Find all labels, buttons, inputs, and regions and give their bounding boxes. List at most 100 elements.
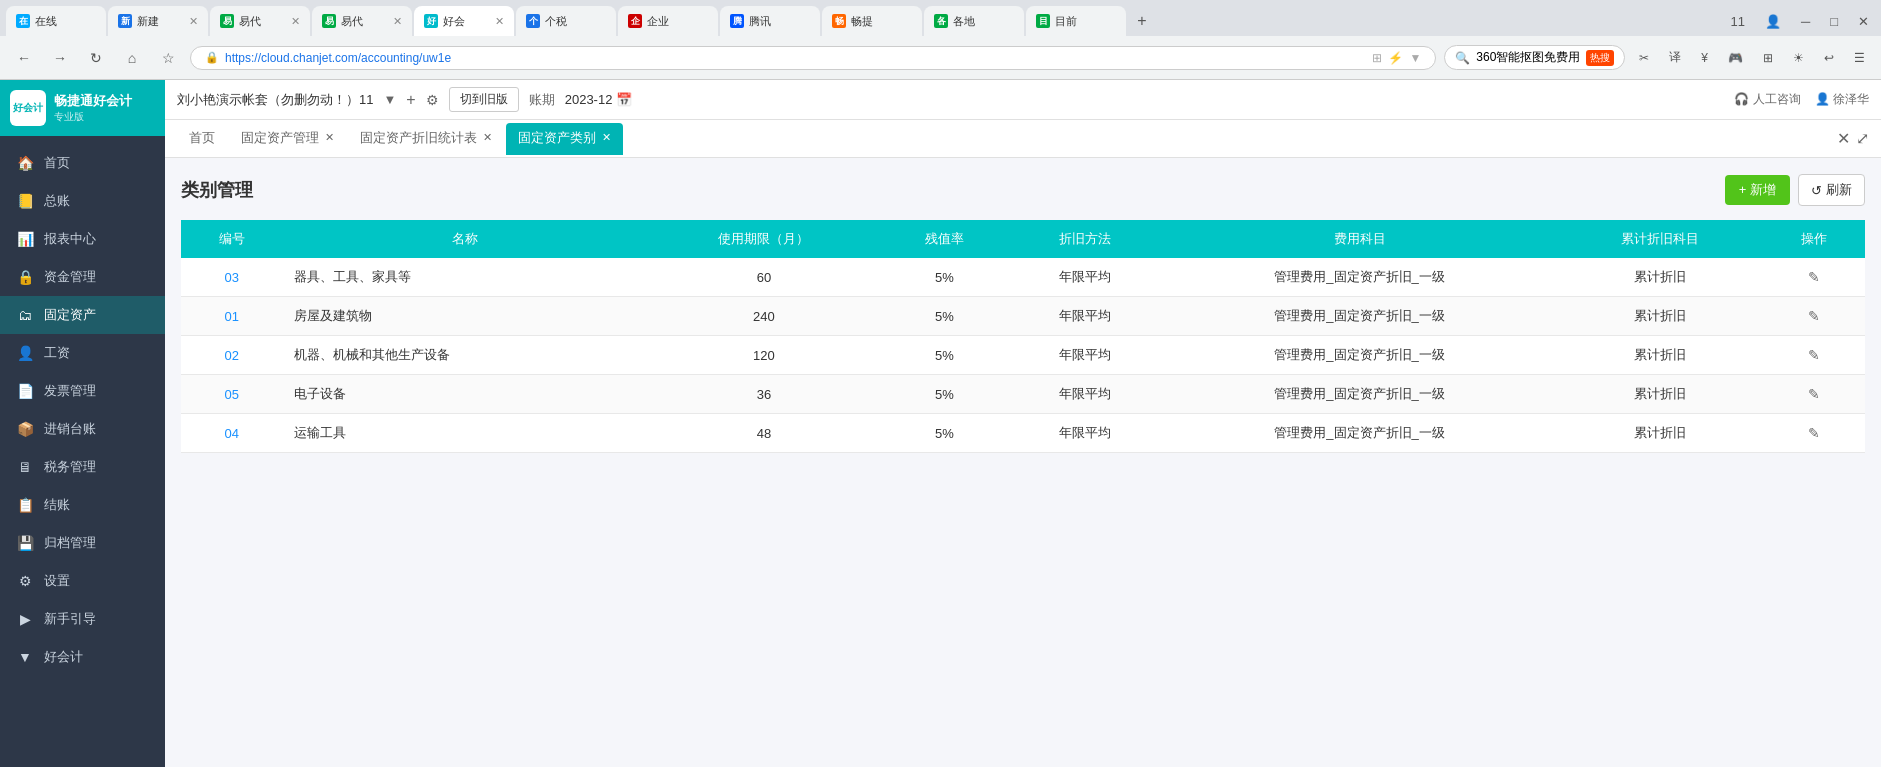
- sidebar-item-settings[interactable]: ⚙ 设置: [0, 562, 165, 600]
- nav-icon-reports: 📊: [16, 230, 34, 248]
- sidebar-logo: 好会计 畅捷通好会计 专业版: [0, 80, 165, 136]
- sidebar-item-more[interactable]: ▼ 好会计: [0, 638, 165, 676]
- dropdown-arrow[interactable]: ▼: [383, 92, 396, 107]
- edit-btn-0[interactable]: ✎: [1808, 269, 1820, 285]
- star-btn[interactable]: ☆: [154, 44, 182, 72]
- tab-title: 企业: [647, 14, 708, 29]
- nav-label-guide: 新手引导: [44, 610, 96, 628]
- nav-icon-fixed-assets: 🗂: [16, 306, 34, 324]
- cell-expense-2: 管理费用_固定资产折旧_一级: [1162, 336, 1556, 375]
- cell-edit-3[interactable]: ✎: [1764, 375, 1865, 414]
- browser-tab-tab7[interactable]: 企 企业: [618, 6, 718, 36]
- browser-tab-tab11[interactable]: 目 目前: [1026, 6, 1126, 36]
- edit-btn-4[interactable]: ✎: [1808, 425, 1820, 441]
- search-icon: 🔍: [1455, 51, 1470, 65]
- undo-tool[interactable]: ↩: [1818, 49, 1840, 67]
- sidebar-item-reports[interactable]: 📊 报表中心: [0, 220, 165, 258]
- page-tab-label-home: 首页: [189, 129, 215, 147]
- cell-edit-4[interactable]: ✎: [1764, 414, 1865, 453]
- cell-edit-0[interactable]: ✎: [1764, 258, 1865, 297]
- tab-close-icon[interactable]: ✕: [393, 15, 402, 28]
- user-avatar[interactable]: 👤 徐泽华: [1815, 91, 1869, 108]
- settings-gear-icon[interactable]: ⚙: [426, 92, 439, 108]
- menu-tool[interactable]: ☰: [1848, 49, 1871, 67]
- translate-tool[interactable]: 译: [1663, 47, 1687, 68]
- edit-btn-2[interactable]: ✎: [1808, 347, 1820, 363]
- cell-edit-1[interactable]: ✎: [1764, 297, 1865, 336]
- minimize-btn[interactable]: ─: [1795, 12, 1816, 31]
- tab-close-icon[interactable]: ✕: [189, 15, 198, 28]
- browser-tab-tab9[interactable]: 畅 畅提: [822, 6, 922, 36]
- cell-id-3[interactable]: 05: [181, 375, 282, 414]
- add-account-btn[interactable]: +: [406, 91, 415, 109]
- home-btn[interactable]: ⌂: [118, 44, 146, 72]
- cell-id-4[interactable]: 04: [181, 414, 282, 453]
- browser-tab-tab3[interactable]: 易 易代 ✕: [210, 6, 310, 36]
- add-button[interactable]: + 新增: [1725, 175, 1790, 205]
- table-row: 02 机器、机械和其他生产设备 120 5% 年限平均 管理费用_固定资产折旧_…: [181, 336, 1865, 375]
- grid-tool[interactable]: ⊞: [1757, 49, 1779, 67]
- sidebar-item-payroll[interactable]: 👤 工资: [0, 334, 165, 372]
- sidebar-item-guide[interactable]: ▶ 新手引导: [0, 600, 165, 638]
- page-tab-depreciation-table[interactable]: 固定资产折旧统计表 ✕: [348, 123, 504, 155]
- close-window-icon[interactable]: ✕: [1837, 129, 1850, 148]
- page-tab-fixed-asset-mgmt[interactable]: 固定资产管理 ✕: [229, 123, 346, 155]
- sidebar-item-inventory[interactable]: 📦 进销台账: [0, 410, 165, 448]
- page-tab-close-depreciation-table[interactable]: ✕: [483, 131, 492, 144]
- tab-close-icon[interactable]: ✕: [495, 15, 504, 28]
- browser-tab-tab2[interactable]: 新 新建 ✕: [108, 6, 208, 36]
- scissor-tool[interactable]: ✂: [1633, 49, 1655, 67]
- sidebar-item-tax-mgmt[interactable]: 🖥 税务管理: [0, 448, 165, 486]
- edit-btn-3[interactable]: ✎: [1808, 386, 1820, 402]
- cell-id-1[interactable]: 01: [181, 297, 282, 336]
- nav-label-more: 好会计: [44, 648, 83, 666]
- forward-btn[interactable]: →: [46, 44, 74, 72]
- page-tab-asset-category[interactable]: 固定资产类别 ✕: [506, 123, 623, 155]
- sidebar-item-fund-mgmt[interactable]: 🔒 资金管理: [0, 258, 165, 296]
- page-tab-close-asset-category[interactable]: ✕: [602, 131, 611, 144]
- sidebar-item-general-ledger[interactable]: 📒 总账: [0, 182, 165, 220]
- currency-tool[interactable]: ¥: [1695, 49, 1714, 67]
- sidebar-item-home[interactable]: 🏠 首页: [0, 144, 165, 182]
- calendar-icon[interactable]: 📅: [616, 92, 632, 107]
- page-tab-home[interactable]: 首页: [177, 123, 227, 155]
- tab-close-icon[interactable]: ✕: [291, 15, 300, 28]
- sidebar-nav: 🏠 首页 📒 总账 📊 报表中心 🔒 资金管理 🗂 固定资产 👤 工资 📄 发票…: [0, 136, 165, 767]
- new-tab-btn[interactable]: +: [1128, 7, 1156, 35]
- maximize-btn[interactable]: □: [1824, 12, 1844, 31]
- browser-tab-tab1[interactable]: 在 在线: [6, 6, 106, 36]
- tab-count-badge: 11: [1724, 12, 1750, 31]
- url-bar[interactable]: 🔒 https://cloud.chanjet.com/accounting/u…: [190, 46, 1436, 70]
- page-tab-close-fixed-asset-mgmt[interactable]: ✕: [325, 131, 334, 144]
- expand-window-icon[interactable]: ⤢: [1856, 129, 1869, 148]
- tab-favicon: 畅: [832, 14, 846, 28]
- cell-id-2[interactable]: 02: [181, 336, 282, 375]
- sidebar-item-archive-mgmt[interactable]: 💾 归档管理: [0, 524, 165, 562]
- top-bar-right: 🎧 人工咨询 👤 徐泽华: [1734, 91, 1869, 108]
- sidebar-item-invoice-mgmt[interactable]: 📄 发票管理: [0, 372, 165, 410]
- sun-tool[interactable]: ☀: [1787, 49, 1810, 67]
- refresh-button[interactable]: ↺ 刷新: [1798, 174, 1865, 206]
- browser-tab-tab4[interactable]: 易 易代 ✕: [312, 6, 412, 36]
- sidebar-item-fixed-assets[interactable]: 🗂 固定资产: [0, 296, 165, 334]
- cell-id-0[interactable]: 03: [181, 258, 282, 297]
- game-tool[interactable]: 🎮: [1722, 49, 1749, 67]
- cell-period-2: 120: [647, 336, 880, 375]
- section-header: 类别管理 + 新增 ↺ 刷新: [181, 174, 1865, 206]
- search-box[interactable]: 🔍 360智能抠图免费用 热搜: [1444, 45, 1625, 70]
- table-header: 编号名称使用期限（月）残值率折旧方法费用科目累计折旧科目操作: [181, 220, 1865, 258]
- cell-edit-2[interactable]: ✎: [1764, 336, 1865, 375]
- refresh-btn[interactable]: ↻: [82, 44, 110, 72]
- browser-tab-tab6[interactable]: 个 个税: [516, 6, 616, 36]
- browser-tab-tab10[interactable]: 各 各地: [924, 6, 1024, 36]
- edit-btn-1[interactable]: ✎: [1808, 308, 1820, 324]
- service-btn[interactable]: 🎧 人工咨询: [1734, 91, 1800, 108]
- switch-old-btn[interactable]: 切到旧版: [449, 87, 519, 112]
- back-btn[interactable]: ←: [10, 44, 38, 72]
- close-browser-btn[interactable]: ✕: [1852, 12, 1875, 31]
- hot-tag: 热搜: [1586, 50, 1614, 66]
- sidebar-item-settlement[interactable]: 📋 结账: [0, 486, 165, 524]
- profile-icon[interactable]: 👤: [1759, 12, 1787, 31]
- browser-tab-tab5[interactable]: 好 好会 ✕: [414, 6, 514, 36]
- browser-tab-tab8[interactable]: 腾 腾讯: [720, 6, 820, 36]
